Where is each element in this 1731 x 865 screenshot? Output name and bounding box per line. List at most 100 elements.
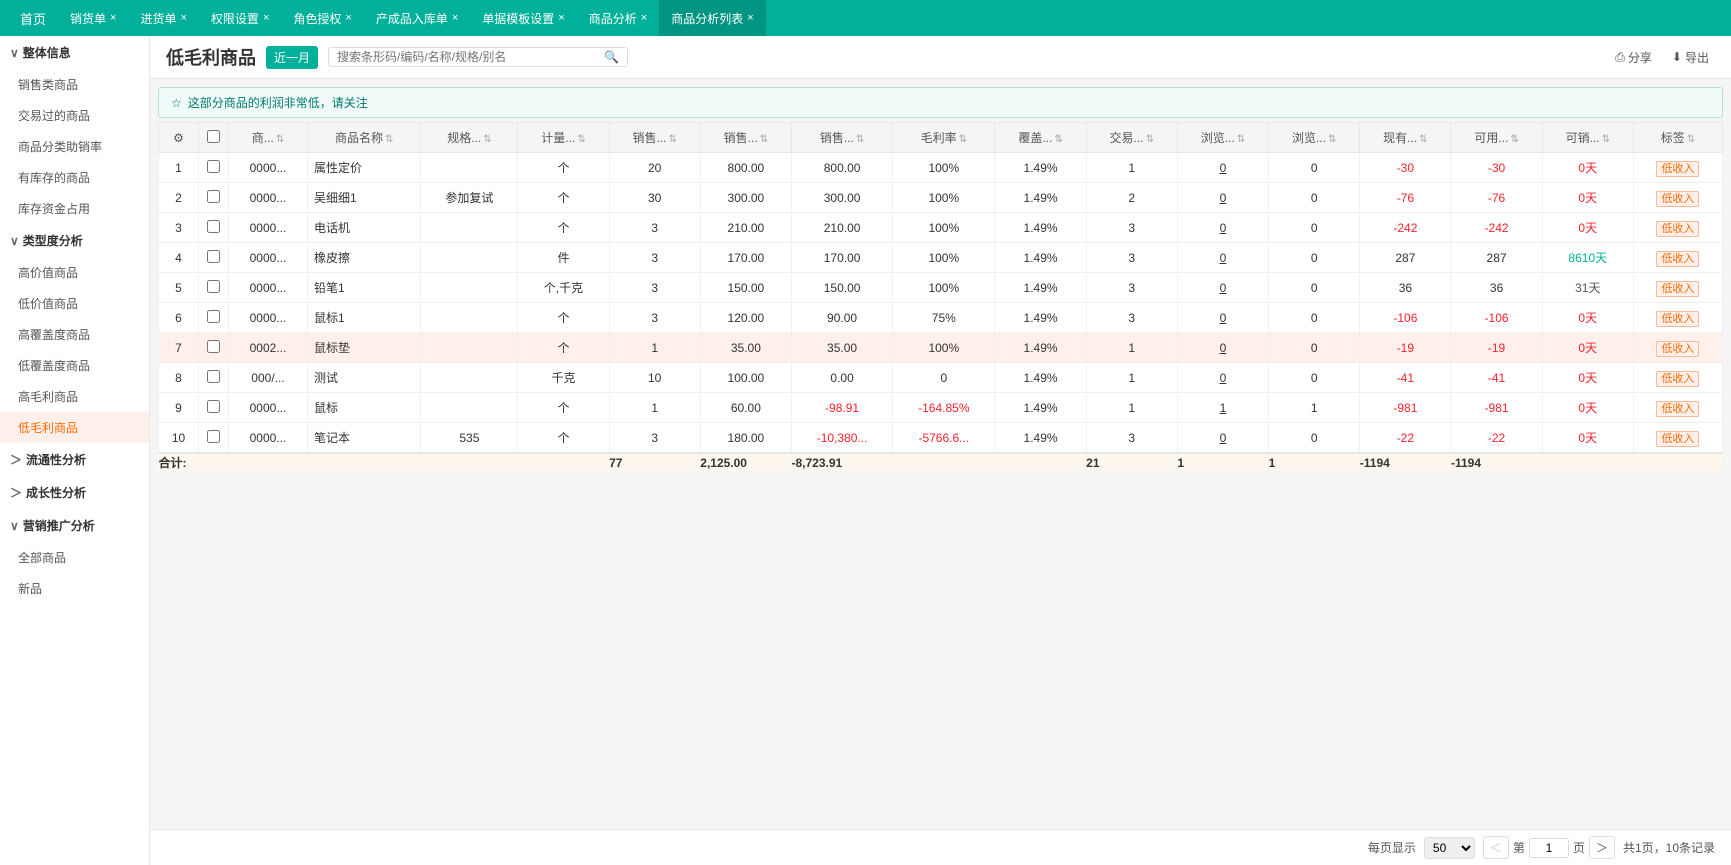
col-sales-qty[interactable]: 销售...⇅ <box>609 123 700 153</box>
row-select-checkbox[interactable] <box>207 190 220 203</box>
row-select-checkbox[interactable] <box>207 220 220 233</box>
sidebar-group-overview[interactable]: ∨ 整体信息 <box>0 36 149 69</box>
row-checkbox[interactable] <box>199 333 229 363</box>
col-transactions[interactable]: 交易...⇅ <box>1086 123 1177 153</box>
close-icon[interactable]: × <box>452 12 458 24</box>
nav-template-settings[interactable]: 单据模板设置 × <box>470 0 576 36</box>
row-browse-uv[interactable]: 0 <box>1177 333 1268 363</box>
sidebar-item-inventory-capital[interactable]: 库存资金占用 <box>0 193 149 224</box>
col-available[interactable]: 可用...⇅ <box>1451 123 1542 153</box>
col-saleable[interactable]: 可销...⇅ <box>1542 123 1633 153</box>
col-checkbox[interactable] <box>199 123 229 153</box>
prev-page-button[interactable]: ＜ <box>1483 836 1509 859</box>
row-checkbox[interactable] <box>199 363 229 393</box>
nav-product-entry[interactable]: 产成品入库单 × <box>364 0 470 36</box>
row-browse-uv[interactable]: 0 <box>1177 183 1268 213</box>
row-select-checkbox[interactable] <box>207 310 220 323</box>
close-icon[interactable]: × <box>180 12 186 24</box>
col-sales-amt[interactable]: 销售...⇅ <box>700 123 791 153</box>
sidebar-item-low-coverage[interactable]: 低覆盖度商品 <box>0 350 149 381</box>
row-available: -242 <box>1451 213 1542 243</box>
row-browse-uv[interactable]: 0 <box>1177 153 1268 183</box>
sidebar-item-all-products[interactable]: 全部商品 <box>0 542 149 573</box>
close-icon[interactable]: × <box>263 12 269 24</box>
row-select-checkbox[interactable] <box>207 340 220 353</box>
close-icon[interactable]: × <box>345 12 351 24</box>
row-checkbox[interactable] <box>199 153 229 183</box>
row-checkbox[interactable] <box>199 273 229 303</box>
row-select-checkbox[interactable] <box>207 430 220 443</box>
sidebar-item-high-margin[interactable]: 高毛利商品 <box>0 381 149 412</box>
col-browse-uv[interactable]: 浏览...⇅ <box>1177 123 1268 153</box>
sidebar-item-high-coverage[interactable]: 高覆盖度商品 <box>0 319 149 350</box>
sidebar-item-low-value[interactable]: 低价值商品 <box>0 288 149 319</box>
sidebar-group-type-analysis[interactable]: ∨ 类型度分析 <box>0 224 149 257</box>
row-browse-uv[interactable]: 0 <box>1177 363 1268 393</box>
nav-product-analysis[interactable]: 商品分析 × <box>577 0 659 36</box>
col-coverage[interactable]: 覆盖...⇅ <box>995 123 1086 153</box>
row-checkbox[interactable] <box>199 243 229 273</box>
sidebar-item-stocked-products[interactable]: 有库存的商品 <box>0 162 149 193</box>
col-current[interactable]: 现有...⇅ <box>1360 123 1451 153</box>
row-sales-amt: 800.00 <box>700 153 791 183</box>
sidebar-group-marketing[interactable]: ∨ 营销推广分析 <box>0 509 149 542</box>
row-select-checkbox[interactable] <box>207 280 220 293</box>
close-icon[interactable]: × <box>747 12 753 24</box>
select-all-checkbox[interactable] <box>207 130 220 143</box>
nav-sales-order[interactable]: 销货单 × <box>58 0 128 36</box>
row-checkbox[interactable] <box>199 213 229 243</box>
row-checkbox[interactable] <box>199 183 229 213</box>
share-button[interactable]: ⎙ 分享 <box>1609 46 1658 69</box>
row-sales-amt: 100.00 <box>700 363 791 393</box>
row-name: 鼠标 <box>307 393 420 423</box>
export-button[interactable]: ⬇ 导出 <box>1666 46 1715 69</box>
sidebar-group-growth[interactable]: ＞ 成长性分析 <box>0 476 149 509</box>
sidebar-item-category-rate[interactable]: 商品分类助销率 <box>0 131 149 162</box>
row-checkbox[interactable] <box>199 423 229 454</box>
nav-permission[interactable]: 权限设置 × <box>199 0 281 36</box>
col-spec[interactable]: 规格...⇅ <box>421 123 518 153</box>
col-code[interactable]: 商...⇅ <box>229 123 308 153</box>
row-browse-uv[interactable]: 0 <box>1177 213 1268 243</box>
row-select-checkbox[interactable] <box>207 370 220 383</box>
row-select-checkbox[interactable] <box>207 160 220 173</box>
page-size-select[interactable]: 10 20 50 100 <box>1424 837 1475 859</box>
close-icon[interactable]: × <box>110 12 116 24</box>
search-input[interactable] <box>337 50 604 64</box>
row-spec <box>421 363 518 393</box>
row-select-checkbox[interactable] <box>207 250 220 263</box>
col-unit[interactable]: 计量...⇅ <box>518 123 609 153</box>
sidebar-item-traded-products[interactable]: 交易过的商品 <box>0 100 149 131</box>
nav-role-auth[interactable]: 角色授权 × <box>281 0 363 36</box>
row-browse-uv[interactable]: 0 <box>1177 273 1268 303</box>
row-browse-uv[interactable]: 0 <box>1177 423 1268 454</box>
sidebar-item-high-value[interactable]: 高价值商品 <box>0 257 149 288</box>
close-icon[interactable]: × <box>558 12 564 24</box>
sidebar-item-low-margin[interactable]: 低毛利商品 <box>0 412 149 443</box>
sidebar-item-sales-products[interactable]: 销售类商品 <box>0 69 149 100</box>
search-icon[interactable]: 🔍 <box>604 50 619 64</box>
row-name: 铅笔1 <box>307 273 420 303</box>
page-input[interactable] <box>1529 838 1569 858</box>
sidebar-group-circulation[interactable]: ＞ 流通性分析 <box>0 443 149 476</box>
col-sales-profit[interactable]: 销售...⇅ <box>791 123 892 153</box>
nav-purchase-order[interactable]: 进货单 × <box>128 0 198 36</box>
col-browse-pv[interactable]: 浏览...⇅ <box>1269 123 1360 153</box>
row-checkbox[interactable] <box>199 393 229 423</box>
nav-product-analysis-list[interactable]: 商品分析列表 × <box>659 0 765 36</box>
row-browse-uv[interactable]: 0 <box>1177 243 1268 273</box>
row-browse-uv[interactable]: 1 <box>1177 393 1268 423</box>
sidebar-item-new-products[interactable]: 新品 <box>0 573 149 604</box>
row-checkbox[interactable] <box>199 303 229 333</box>
col-tag[interactable]: 标签⇅ <box>1633 123 1722 153</box>
row-browse-pv: 0 <box>1269 333 1360 363</box>
row-browse-uv[interactable]: 0 <box>1177 303 1268 333</box>
nav-home[interactable]: 首页 <box>8 0 58 36</box>
row-select-checkbox[interactable] <box>207 400 220 413</box>
col-name[interactable]: 商品名称⇅ <box>307 123 420 153</box>
col-settings[interactable]: ⚙ <box>159 123 199 153</box>
date-filter-button[interactable]: 近一月 <box>266 46 318 69</box>
next-page-button[interactable]: ＞ <box>1589 836 1615 859</box>
col-gross-rate[interactable]: 毛利率⇅ <box>893 123 995 153</box>
close-icon[interactable]: × <box>641 12 647 24</box>
